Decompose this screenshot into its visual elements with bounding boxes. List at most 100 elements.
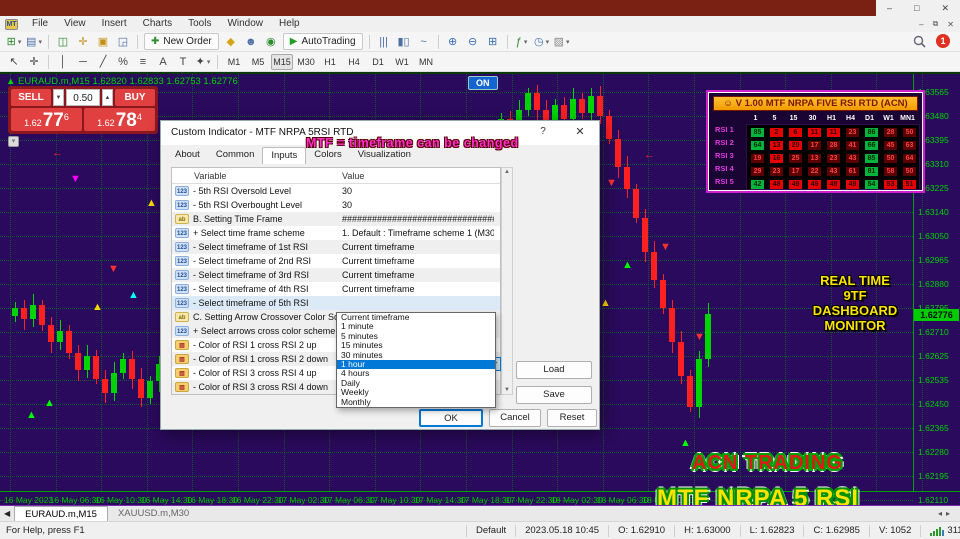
text-tool-icon[interactable]: A bbox=[154, 53, 172, 70]
close-icon[interactable]: ✕ bbox=[941, 3, 949, 14]
table-scrollbar[interactable]: ▲ ▼ bbox=[501, 167, 513, 395]
tabs-scroll-right-icons[interactable]: ◂▸ bbox=[938, 509, 954, 518]
sell-button[interactable]: SELL bbox=[11, 89, 51, 106]
table-row[interactable]: 123 - Select timeframe of 3rd RSI Current … bbox=[172, 268, 500, 282]
table-row[interactable]: 123 - Select timeframe of 4th RSI Current … bbox=[172, 282, 500, 296]
metaeditor-icon[interactable]: ◆ bbox=[221, 33, 240, 50]
candle-chart-mode-icon[interactable]: ▮▯ bbox=[394, 33, 413, 50]
timeframe-h1[interactable]: H1 bbox=[319, 54, 341, 70]
timeframe-h4[interactable]: H4 bbox=[343, 54, 365, 70]
reset-button[interactable]: Reset bbox=[547, 409, 597, 427]
table-row[interactable]: 123 - Select timeframe of 2nd RSI Current … bbox=[172, 254, 500, 268]
chart-close-icon[interactable]: ✕ bbox=[947, 20, 954, 29]
table-row[interactable]: 123 - 5th RSI Overbought Level 30 bbox=[172, 198, 500, 212]
timeframe-w1[interactable]: W1 bbox=[391, 54, 413, 70]
timeframe-d1[interactable]: D1 bbox=[367, 54, 389, 70]
bar-chart-mode-icon[interactable]: ||| bbox=[374, 33, 393, 50]
buy-button[interactable]: BUY bbox=[115, 89, 155, 106]
periods-dropdown-caret[interactable]: ▾ bbox=[546, 38, 550, 46]
periods-icon[interactable]: ◷ ▾ bbox=[532, 33, 551, 50]
new-chart-dropdown-caret[interactable]: ▾ bbox=[18, 38, 22, 46]
cancel-button[interactable]: Cancel bbox=[489, 409, 541, 427]
strategy-tester-icon[interactable]: ◲ bbox=[114, 33, 132, 50]
timeframe-m15[interactable]: M15 bbox=[271, 53, 293, 70]
vertical-line-tool-icon[interactable]: │ bbox=[54, 53, 72, 70]
table-row[interactable]: 123 - Select timeframe of 1st RSI Current … bbox=[172, 240, 500, 254]
timeframe-m5[interactable]: M5 bbox=[247, 54, 269, 70]
maximize-icon[interactable]: □ bbox=[914, 3, 919, 13]
dropdown-item[interactable]: Monthly bbox=[337, 397, 495, 407]
ok-button[interactable]: OK bbox=[419, 409, 483, 427]
crosshair-tool-icon[interactable]: ✛ bbox=[25, 53, 43, 70]
cursor-tool-icon[interactable]: ↖ bbox=[5, 53, 23, 70]
new-order-button[interactable]: ✚ New Order bbox=[144, 33, 219, 50]
menu-view[interactable]: View bbox=[56, 16, 94, 32]
label-tool-icon[interactable]: T bbox=[174, 53, 192, 70]
line-chart-mode-icon[interactable]: ~ bbox=[414, 33, 433, 50]
search-icon[interactable] bbox=[913, 35, 926, 48]
channel-tool-icon[interactable]: ≡ bbox=[134, 53, 152, 70]
load-button[interactable]: Load bbox=[516, 361, 592, 379]
terminal-icon[interactable]: ▣ bbox=[94, 33, 112, 50]
volume-input[interactable]: 0.50 bbox=[66, 89, 100, 106]
scroll-down-icon[interactable]: ▼ bbox=[502, 387, 512, 393]
templates-icon[interactable]: ▨ ▾ bbox=[552, 33, 571, 50]
menu-window[interactable]: Window bbox=[219, 16, 271, 32]
horizontal-line-tool-icon[interactable]: ─ bbox=[74, 53, 92, 70]
shapes-tool-icon[interactable]: ✦ ▾ bbox=[194, 53, 212, 70]
minimize-icon[interactable]: – bbox=[887, 3, 892, 13]
panel-collapse-button[interactable]: ▾ bbox=[8, 136, 19, 147]
volume-decrease-spinner[interactable]: ▼ bbox=[53, 89, 64, 106]
profiles-icon[interactable]: ▤ ▾ bbox=[25, 33, 43, 50]
profiles-dropdown-caret[interactable]: ▾ bbox=[38, 38, 42, 46]
chart-tab-xauusd[interactable]: XAUUSD.m,M30 bbox=[108, 506, 199, 521]
menu-insert[interactable]: Insert bbox=[94, 16, 135, 32]
shapes-tool-dropdown-caret[interactable]: ▾ bbox=[207, 58, 211, 66]
sell-price[interactable]: 1.62 77 6 bbox=[11, 108, 82, 131]
table-row[interactable]: 123 + Select time frame scheme 1. Default … bbox=[172, 226, 500, 240]
zoom-in-icon[interactable]: ⊕ bbox=[443, 33, 462, 50]
dropdown-item[interactable]: 4 hours bbox=[337, 368, 495, 378]
menu-file[interactable]: File bbox=[24, 16, 56, 32]
timeframe-m1[interactable]: M1 bbox=[223, 54, 245, 70]
chart-minimize-icon[interactable]: – bbox=[919, 20, 923, 29]
chart-restore-icon[interactable]: ⧉ bbox=[933, 19, 939, 29]
buy-price[interactable]: 1.62 78 4 bbox=[84, 108, 155, 131]
indicators-dropdown-caret[interactable]: ▾ bbox=[524, 38, 528, 46]
trendline-tool-icon[interactable]: ╱ bbox=[94, 53, 112, 70]
autotrading-button[interactable]: ▶ AutoTrading bbox=[282, 33, 363, 50]
menu-help[interactable]: Help bbox=[271, 16, 308, 32]
indicators-icon[interactable]: ƒ ▾ bbox=[512, 33, 531, 50]
column-value[interactable]: Value bbox=[342, 171, 364, 181]
column-variable[interactable]: Variable bbox=[194, 171, 226, 181]
templates-dropdown-caret[interactable]: ▾ bbox=[566, 38, 570, 46]
new-chart-icon[interactable]: ⊞ ▾ bbox=[5, 33, 23, 50]
tab-about[interactable]: About bbox=[167, 147, 208, 164]
tab-common[interactable]: Common bbox=[208, 147, 263, 164]
save-button[interactable]: Save bbox=[516, 386, 592, 404]
indicator-on-badge[interactable]: ON bbox=[468, 76, 498, 90]
menu-charts[interactable]: Charts bbox=[135, 16, 180, 32]
scroll-up-icon[interactable]: ▲ bbox=[502, 169, 512, 175]
news-icon[interactable]: ◉ bbox=[261, 33, 280, 50]
zoom-out-icon[interactable]: ⊖ bbox=[463, 33, 482, 50]
timeframe-mn[interactable]: MN bbox=[415, 54, 437, 70]
table-row[interactable]: ab B. Setting Time Frame #################… bbox=[172, 212, 500, 226]
table-row[interactable]: 123 - Select timeframe of 5th RSI bbox=[172, 296, 500, 310]
tab-inputs[interactable]: Inputs bbox=[262, 147, 307, 164]
notification-badge[interactable]: 1 bbox=[936, 34, 950, 48]
tabs-scroll-left-icon[interactable]: ◀ bbox=[4, 509, 10, 518]
market-watch-icon[interactable]: ◫ bbox=[54, 33, 72, 50]
chart-tab-euraud[interactable]: EURAUD.m,M15 bbox=[14, 506, 108, 521]
timeframe-m30[interactable]: M30 bbox=[295, 54, 317, 70]
table-row[interactable]: 123 - 5th RSI Oversold Level 30 bbox=[172, 184, 500, 198]
experts-icon[interactable]: ☻ bbox=[241, 33, 260, 50]
menu-tools[interactable]: Tools bbox=[180, 16, 219, 32]
inputs-table-header[interactable]: Variable Value bbox=[172, 168, 500, 184]
dialog-close-icon[interactable]: ✕ bbox=[571, 125, 589, 138]
tile-windows-icon[interactable]: ⊞ bbox=[483, 33, 502, 50]
navigator-icon[interactable]: ✛ bbox=[74, 33, 92, 50]
fibonacci-tool-icon[interactable]: % bbox=[114, 53, 132, 70]
dialog-help-icon[interactable]: ? bbox=[535, 126, 551, 137]
volume-increase-spinner[interactable]: ▲ bbox=[102, 89, 113, 106]
